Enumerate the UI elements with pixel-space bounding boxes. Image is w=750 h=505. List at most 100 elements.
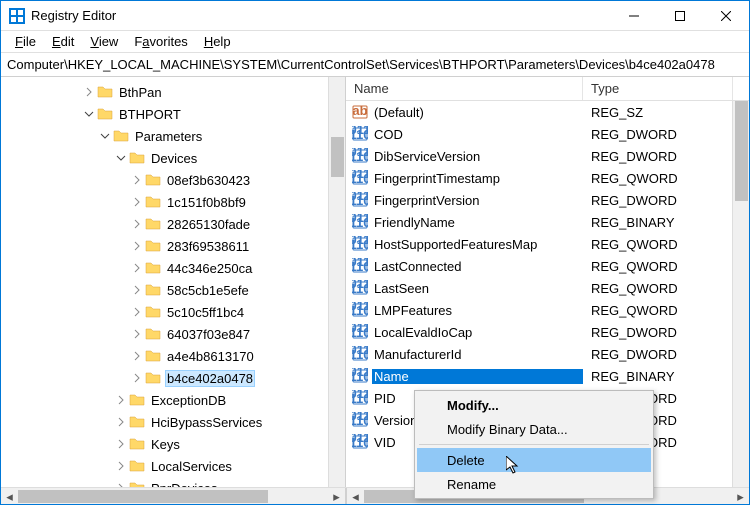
list-row[interactable]: 011110HostSupportedFeaturesMapREG_QWORD <box>346 233 749 255</box>
folder-icon <box>145 304 161 320</box>
menu-item-delete[interactable]: Delete <box>417 448 651 472</box>
menu-file[interactable]: File <box>9 32 42 51</box>
tree-item[interactable]: HciBypassServices <box>1 411 345 433</box>
menu-edit[interactable]: Edit <box>46 32 80 51</box>
binary-value-icon: 011110 <box>352 214 368 230</box>
expand-icon[interactable] <box>129 172 145 188</box>
expand-icon[interactable] <box>129 216 145 232</box>
menu-help[interactable]: Help <box>198 32 237 51</box>
tree-item[interactable]: 1c151f0b8bf9 <box>1 191 345 213</box>
tree-item[interactable]: Keys <box>1 433 345 455</box>
expand-icon[interactable] <box>129 238 145 254</box>
tree-item[interactable]: Parameters <box>1 125 345 147</box>
binary-value-icon: 011110 <box>352 390 368 406</box>
expand-icon[interactable] <box>113 458 129 474</box>
list-row[interactable]: ab(Default)REG_SZ <box>346 101 749 123</box>
list-row[interactable]: 011110LastSeenREG_QWORD <box>346 277 749 299</box>
scroll-left-icon[interactable]: ◂ <box>347 488 364 505</box>
tree-item[interactable]: LocalServices <box>1 455 345 477</box>
value-name: FriendlyName <box>372 215 583 230</box>
value-type: REG_DWORD <box>583 149 733 164</box>
list-row[interactable]: 011110 LocalEvaldIoCapREG_DWORD <box>346 321 749 343</box>
tree-item[interactable]: a4e4b8613170 <box>1 345 345 367</box>
svg-text:110: 110 <box>352 127 368 142</box>
folder-icon <box>145 172 161 188</box>
tree-item-label: 08ef3b630423 <box>165 172 252 189</box>
menu-favorites[interactable]: Favorites <box>128 32 193 51</box>
expand-icon[interactable] <box>129 348 145 364</box>
list-row[interactable]: 011110CODREG_DWORD <box>346 123 749 145</box>
folder-icon <box>145 326 161 342</box>
list-row[interactable]: 011110FriendlyNameREG_BINARY <box>346 211 749 233</box>
tree-item[interactable]: 64037f03e847 <box>1 323 345 345</box>
menu-view[interactable]: View <box>84 32 124 51</box>
expand-icon[interactable] <box>129 194 145 210</box>
tree-item[interactable]: 5c10c5ff1bc4 <box>1 301 345 323</box>
menu-separator <box>419 444 649 445</box>
value-name: LocalEvaldIoCap <box>372 325 583 340</box>
close-button[interactable] <box>703 1 749 31</box>
list-row[interactable]: 011110FingerprintTimestampREG_QWORD <box>346 167 749 189</box>
list-row[interactable]: 011110ManufacturerIdREG_DWORD <box>346 343 749 365</box>
menu-item-modify-binary[interactable]: Modify Binary Data... <box>417 417 651 441</box>
expand-icon[interactable] <box>81 106 97 122</box>
expand-icon[interactable] <box>113 150 129 166</box>
tree-item-label: b4ce402a0478 <box>165 370 255 387</box>
scrollbar-thumb[interactable] <box>331 137 344 177</box>
tree-item[interactable]: 283f69538611 <box>1 235 345 257</box>
tree-item[interactable]: ExceptionDB <box>1 389 345 411</box>
title-bar: Registry Editor <box>1 1 749 31</box>
minimize-button[interactable] <box>611 1 657 31</box>
binary-value-icon: 011110 <box>352 258 368 274</box>
value-type: REG_QWORD <box>583 171 733 186</box>
expand-icon[interactable] <box>113 414 129 430</box>
maximize-button[interactable] <box>657 1 703 31</box>
scroll-right-icon[interactable]: ▸ <box>732 488 749 505</box>
expand-icon[interactable] <box>113 436 129 452</box>
expand-icon[interactable] <box>129 326 145 342</box>
tree-item[interactable]: BTHPORT <box>1 103 345 125</box>
tree-item[interactable]: Devices <box>1 147 345 169</box>
expand-icon[interactable] <box>129 260 145 276</box>
binary-value-icon: 011110 <box>352 280 368 296</box>
tree-pane[interactable]: BthPanBTHPORTParametersDevices 08ef3b6304… <box>1 77 346 489</box>
tree-item[interactable]: 58c5cb1e5efe <box>1 279 345 301</box>
column-header-type[interactable]: Type <box>583 77 733 100</box>
expand-icon[interactable] <box>81 84 97 100</box>
folder-icon <box>129 436 145 452</box>
scroll-left-icon[interactable]: ◂ <box>1 488 18 505</box>
list-row[interactable]: 011110NameREG_BINARY <box>346 365 749 387</box>
expand-icon[interactable] <box>113 392 129 408</box>
binary-value-icon: 011110 <box>352 324 368 340</box>
scrollbar-thumb[interactable] <box>735 101 748 201</box>
list-row[interactable]: 011110FingerprintVersionREG_DWORD <box>346 189 749 211</box>
scrollbar-thumb[interactable] <box>18 490 268 503</box>
mouse-cursor <box>506 456 522 476</box>
expand-icon[interactable] <box>129 304 145 320</box>
list-vertical-scrollbar[interactable] <box>732 101 749 489</box>
column-header-name[interactable]: Name <box>346 77 583 100</box>
tree-item[interactable]: BthPan <box>1 81 345 103</box>
expand-icon[interactable] <box>129 282 145 298</box>
tree-item[interactable]: 44c346e250ca <box>1 257 345 279</box>
list-row[interactable]: 011110LMPFeaturesREG_QWORD <box>346 299 749 321</box>
folder-icon <box>97 106 113 122</box>
address-bar[interactable]: Computer\HKEY_LOCAL_MACHINE\SYSTEM\Curre… <box>1 53 749 77</box>
list-row[interactable]: 011110LastConnectedREG_QWORD <box>346 255 749 277</box>
svg-text:110: 110 <box>352 347 368 362</box>
folder-icon <box>145 194 161 210</box>
menu-item-modify[interactable]: Modify... <box>417 393 651 417</box>
tree-item[interactable]: b4ce402a0478 <box>1 367 345 389</box>
expand-icon[interactable] <box>97 128 113 144</box>
expand-icon[interactable] <box>129 370 145 386</box>
value-name: LastSeen <box>372 281 583 296</box>
tree-item[interactable]: 08ef3b630423 <box>1 169 345 191</box>
value-type: REG_DWORD <box>583 193 733 208</box>
scroll-right-icon[interactable]: ▸ <box>328 488 345 505</box>
menu-item-rename[interactable]: Rename <box>417 472 651 496</box>
folder-icon <box>145 216 161 232</box>
tree-vertical-scrollbar[interactable] <box>328 77 345 489</box>
value-type: REG_DWORD <box>583 325 733 340</box>
list-row[interactable]: 011110DibServiceVersionREG_DWORD <box>346 145 749 167</box>
tree-item[interactable]: 28265130fade <box>1 213 345 235</box>
